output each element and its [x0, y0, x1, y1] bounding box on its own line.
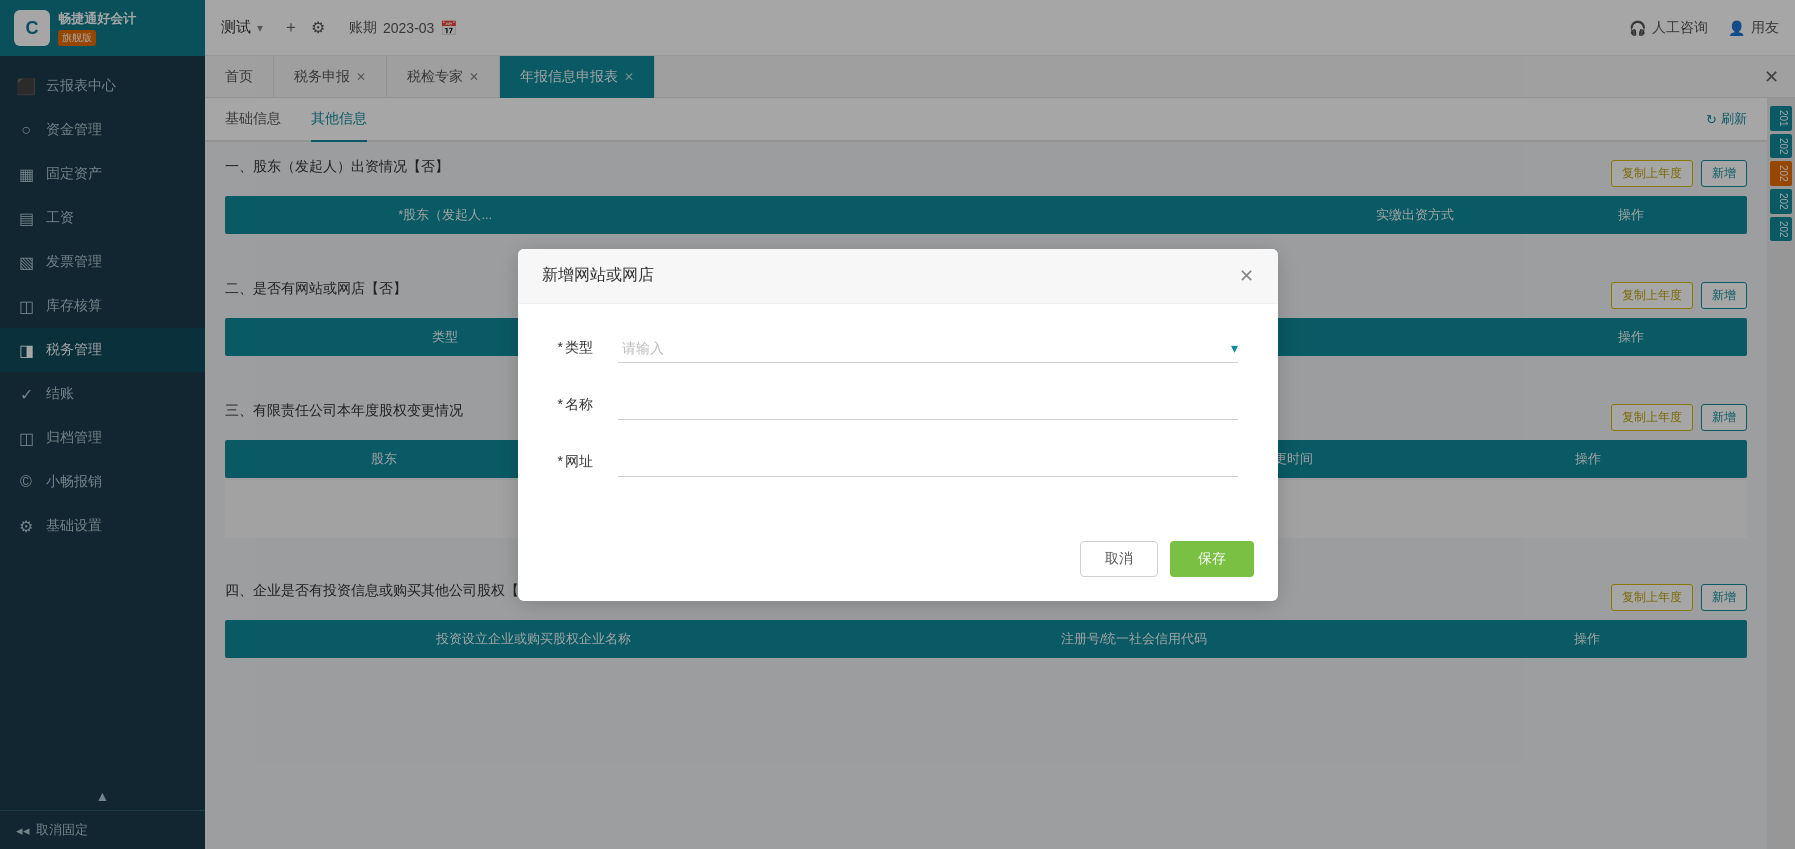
type-dropdown-icon[interactable]: ▾	[1231, 340, 1238, 356]
name-input[interactable]	[618, 391, 1238, 419]
form-row-type: *类型 ▾	[558, 334, 1238, 363]
type-label: *类型	[558, 339, 618, 357]
name-required-mark: *	[558, 396, 563, 412]
modal-close-button[interactable]: ✕	[1239, 265, 1254, 287]
form-row-name: *名称	[558, 391, 1238, 420]
modal-footer: 取消 保存	[518, 525, 1278, 601]
modal-add-website: 新增网站或网店 ✕ *类型 ▾ *名称	[518, 249, 1278, 601]
cancel-button[interactable]: 取消	[1080, 541, 1158, 577]
name-label: *名称	[558, 396, 618, 414]
name-input-wrap	[618, 391, 1238, 420]
modal-header: 新增网站或网店 ✕	[518, 249, 1278, 304]
form-row-url: *网址	[558, 448, 1238, 477]
url-label: *网址	[558, 453, 618, 471]
save-button[interactable]: 保存	[1170, 541, 1254, 577]
modal-body: *类型 ▾ *名称 *网址	[518, 304, 1278, 525]
url-required-mark: *	[558, 453, 563, 469]
modal-overlay: 新增网站或网店 ✕ *类型 ▾ *名称	[0, 0, 1795, 849]
url-input[interactable]	[618, 448, 1238, 476]
type-input[interactable]	[618, 334, 1231, 362]
url-input-wrap	[618, 448, 1238, 477]
type-input-wrap: ▾	[618, 334, 1238, 363]
type-required-mark: *	[558, 339, 563, 355]
modal-title: 新增网站或网店	[542, 265, 654, 286]
